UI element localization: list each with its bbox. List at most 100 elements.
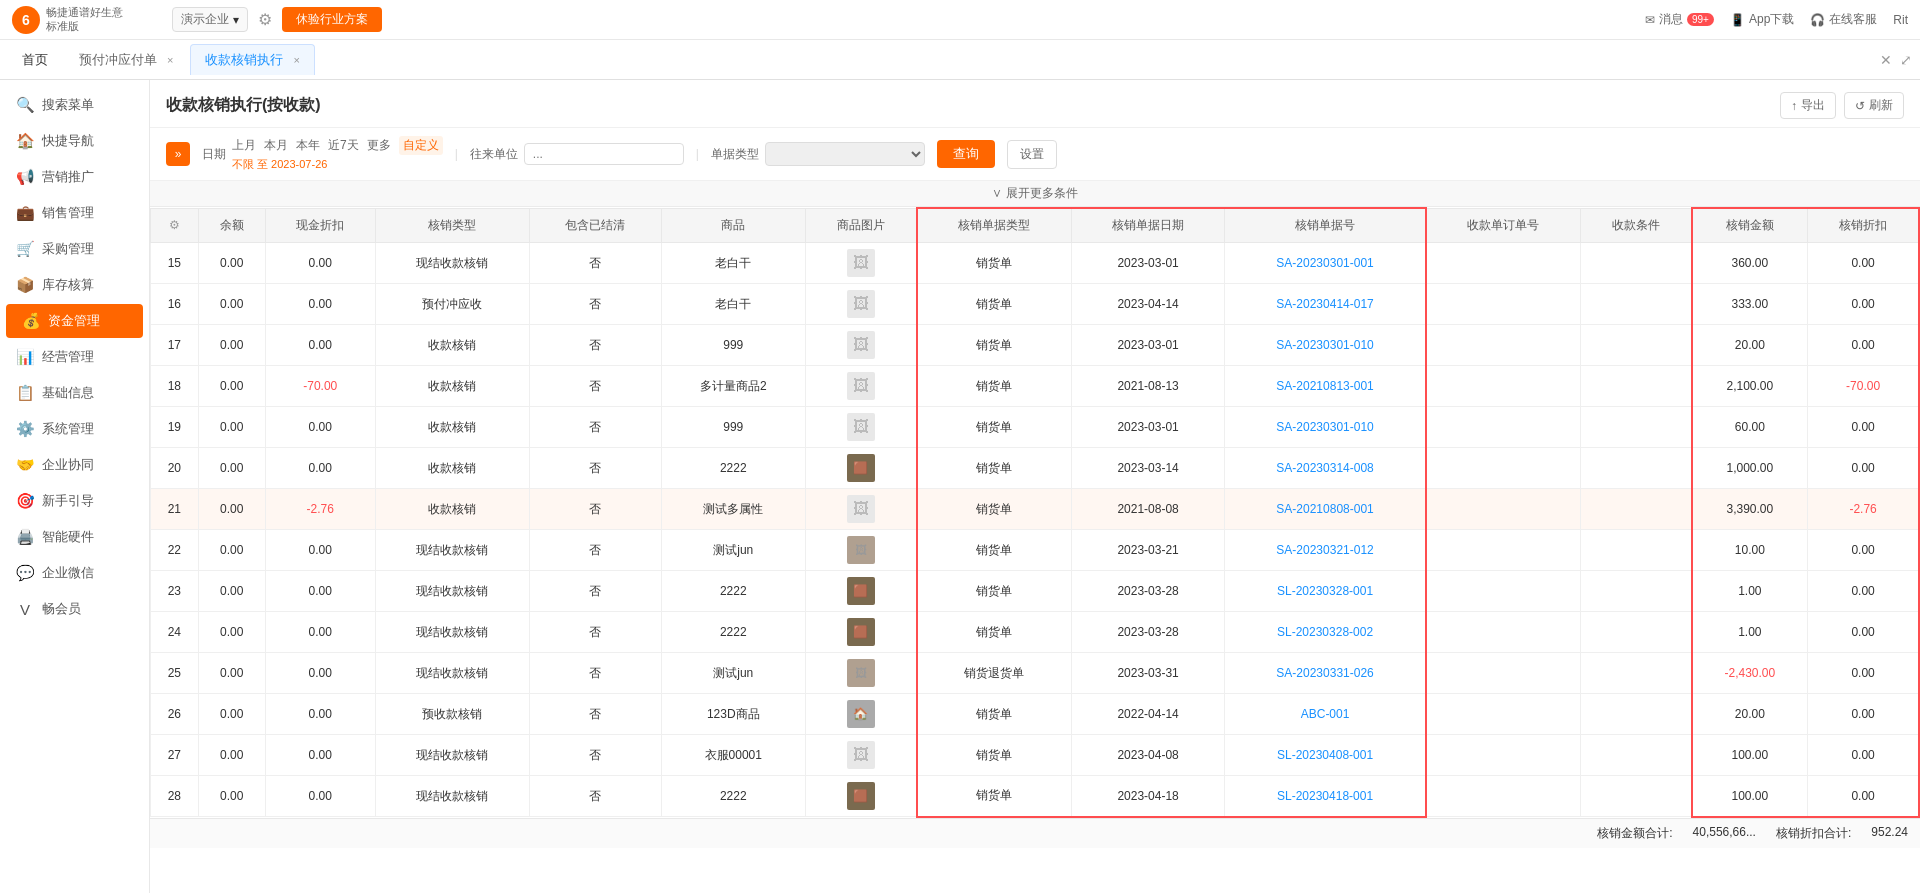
user-name[interactable]: Rit (1893, 13, 1908, 27)
sidebar-item-purchase[interactable]: 🛒 采购管理 (0, 232, 149, 266)
writeoff-bill-no-link[interactable]: SA-20210813-001 (1276, 379, 1373, 393)
cell-cancel-type: 收款核销 (375, 448, 529, 489)
writeoff-bill-no-link[interactable]: SL-20230418-001 (1277, 789, 1373, 803)
writeoff-bill-no-link[interactable]: ABC-001 (1301, 707, 1350, 721)
date-btn-this-month[interactable]: 本月 (264, 137, 288, 154)
table-gear-icon[interactable]: ⚙ (169, 218, 180, 232)
writeoff-bill-no-link[interactable]: SA-20230414-017 (1276, 297, 1373, 311)
table-footer: 核销金额合计: 40,556,66... 核销折扣合计: 952.24 (150, 818, 1920, 848)
sidebar-item-marketing[interactable]: 📢 营销推广 (0, 160, 149, 194)
date-btn-more[interactable]: 更多 (367, 137, 391, 154)
order-type-select[interactable] (765, 142, 925, 166)
sidebar-item-sales[interactable]: 💼 销售管理 (0, 196, 149, 230)
sidebar-item-operations[interactable]: 📊 经营管理 (0, 340, 149, 374)
cell-receipt-order-no (1426, 325, 1581, 366)
date-btn-7days[interactable]: 近7天 (328, 137, 359, 154)
sidebar-item-member[interactable]: V 畅会员 (0, 592, 149, 626)
refresh-button[interactable]: ↺ 刷新 (1844, 92, 1904, 119)
company-selector[interactable]: 演示企业 ▾ (172, 7, 248, 32)
writeoff-bill-no-link[interactable]: SA-20230314-008 (1276, 461, 1373, 475)
date-btn-last-month[interactable]: 上月 (232, 137, 256, 154)
sidebar-item-search[interactable]: 🔍 搜索菜单 (0, 88, 149, 122)
industry-solution-button[interactable]: 休验行业方案 (282, 7, 382, 32)
table-row: 16 0.00 0.00 预付冲应收 否 老白干 🖼 销货单 2023-04-1… (151, 284, 1920, 325)
cell-cancel-type: 收款核销 (375, 407, 529, 448)
cell-writeoff-bill-no: SA-20230321-012 (1225, 530, 1426, 571)
sidebar-item-hardware[interactable]: 🖨️ 智能硬件 (0, 520, 149, 554)
table-row: 21 0.00 -2.76 收款核销 否 测试多属性 🖼 销货单 2021-08… (151, 489, 1920, 530)
cell-writeoff-bill-type: 销货单 (917, 694, 1072, 735)
cell-balance: 0.00 (198, 694, 265, 735)
tab-prepay[interactable]: 预付冲应付单 × (64, 44, 188, 75)
cell-product: 2222 (661, 612, 805, 653)
tab-home[interactable]: 首页 (8, 45, 62, 75)
sidebar-item-basic[interactable]: 📋 基础信息 (0, 376, 149, 410)
cell-writeoff-bill-type: 销货单 (917, 612, 1072, 653)
cell-receipt-condition (1580, 776, 1691, 817)
writeoff-bill-no-link[interactable]: SA-20230301-010 (1276, 420, 1373, 434)
cell-product: 999 (661, 407, 805, 448)
window-close-button[interactable]: ✕ (1880, 52, 1892, 68)
cell-cancel-type: 收款核销 (375, 366, 529, 407)
sidebar-item-quicknav[interactable]: 🏠 快捷导航 (0, 124, 149, 158)
cell-num: 17 (151, 325, 199, 366)
setting-button[interactable]: 设置 (1007, 140, 1057, 169)
table-row: 26 0.00 0.00 预收款核销 否 123D商品 🏠 销货单 2022-0… (151, 694, 1920, 735)
filter-expand-button[interactable]: » (166, 142, 190, 166)
expand-more-button[interactable]: ∨ 展开更多条件 (992, 185, 1077, 202)
home-icon: 🏠 (16, 132, 34, 150)
table-row: 15 0.00 0.00 现结收款核销 否 老白干 🖼 销货单 2023-03-… (151, 243, 1920, 284)
cell-cancel-type: 现结收款核销 (375, 735, 529, 776)
cell-include-settled: 否 (529, 571, 661, 612)
tab-prepay-close[interactable]: × (167, 54, 173, 66)
writeoff-bill-no-link[interactable]: SA-20230321-012 (1276, 543, 1373, 557)
cell-balance: 0.00 (198, 653, 265, 694)
date-btn-this-year[interactable]: 本年 (296, 137, 320, 154)
writeoff-bill-no-link[interactable]: SA-20230301-010 (1276, 338, 1373, 352)
sidebar-item-wechat[interactable]: 💬 企业微信 (0, 556, 149, 590)
cell-writeoff-discount: -2.76 (1808, 489, 1919, 530)
cell-receipt-condition (1580, 284, 1691, 325)
col-header-icon: ⚙ (151, 208, 199, 243)
table-row: 27 0.00 0.00 现结收款核销 否 衣服00001 🖼 销货单 2023… (151, 735, 1920, 776)
writeoff-bill-no-link[interactable]: SL-20230328-001 (1277, 584, 1373, 598)
sidebar-item-inventory[interactable]: 📦 库存核算 (0, 268, 149, 302)
page-header: 收款核销执行(按收款) ↑ 导出 ↺ 刷新 (150, 80, 1920, 128)
cell-num: 26 (151, 694, 199, 735)
cell-writeoff-amount: 100.00 (1692, 735, 1808, 776)
app-download-button[interactable]: 📱 App下载 (1730, 11, 1794, 28)
date-custom-button[interactable]: 自定义 (399, 136, 443, 155)
cell-num: 15 (151, 243, 199, 284)
cell-writeoff-amount: 20.00 (1692, 694, 1808, 735)
writeoff-bill-no-link[interactable]: SA-20230301-001 (1276, 256, 1373, 270)
search-icon: 🔍 (16, 96, 34, 114)
tab-writeoff[interactable]: 收款核销执行 × (190, 44, 314, 75)
query-button[interactable]: 查询 (937, 140, 995, 168)
message-button[interactable]: ✉ 消息 99+ (1645, 11, 1714, 28)
cell-writeoff-discount: 0.00 (1808, 571, 1919, 612)
sidebar-item-collab[interactable]: 🤝 企业协同 (0, 448, 149, 482)
cell-product-img: 🖼 (805, 243, 916, 284)
cell-cancel-type: 预付冲应收 (375, 284, 529, 325)
settings-icon[interactable]: ⚙ (258, 10, 272, 29)
col-header-balance: 余额 (198, 208, 265, 243)
writeoff-bill-no-link[interactable]: SA-20210808-001 (1276, 502, 1373, 516)
cell-receipt-order-no (1426, 530, 1581, 571)
tab-writeoff-close[interactable]: × (293, 54, 299, 66)
cell-writeoff-bill-no: SA-20230414-017 (1225, 284, 1426, 325)
cell-writeoff-discount: -70.00 (1808, 366, 1919, 407)
writeoff-bill-no-link[interactable]: SA-20230331-026 (1276, 666, 1373, 680)
writeoff-bill-no-link[interactable]: SL-20230328-002 (1277, 625, 1373, 639)
window-maximize-button[interactable]: ⤢ (1900, 52, 1912, 68)
writeoff-bill-no-link[interactable]: SL-20230408-001 (1277, 748, 1373, 762)
sidebar-item-finance[interactable]: 💰 资金管理 (6, 304, 143, 338)
sidebar-item-system[interactable]: ⚙️ 系统管理 (0, 412, 149, 446)
total-amount-value: 40,556,66... (1693, 825, 1756, 842)
sidebar-item-guide[interactable]: 🎯 新手引导 (0, 484, 149, 518)
cell-writeoff-amount: 333.00 (1692, 284, 1808, 325)
online-service-button[interactable]: 🎧 在线客服 (1810, 11, 1877, 28)
cell-writeoff-bill-date: 2021-08-13 (1071, 366, 1225, 407)
partner-input[interactable] (524, 143, 684, 165)
export-button[interactable]: ↑ 导出 (1780, 92, 1836, 119)
cell-cash-discount: 0.00 (265, 407, 375, 448)
